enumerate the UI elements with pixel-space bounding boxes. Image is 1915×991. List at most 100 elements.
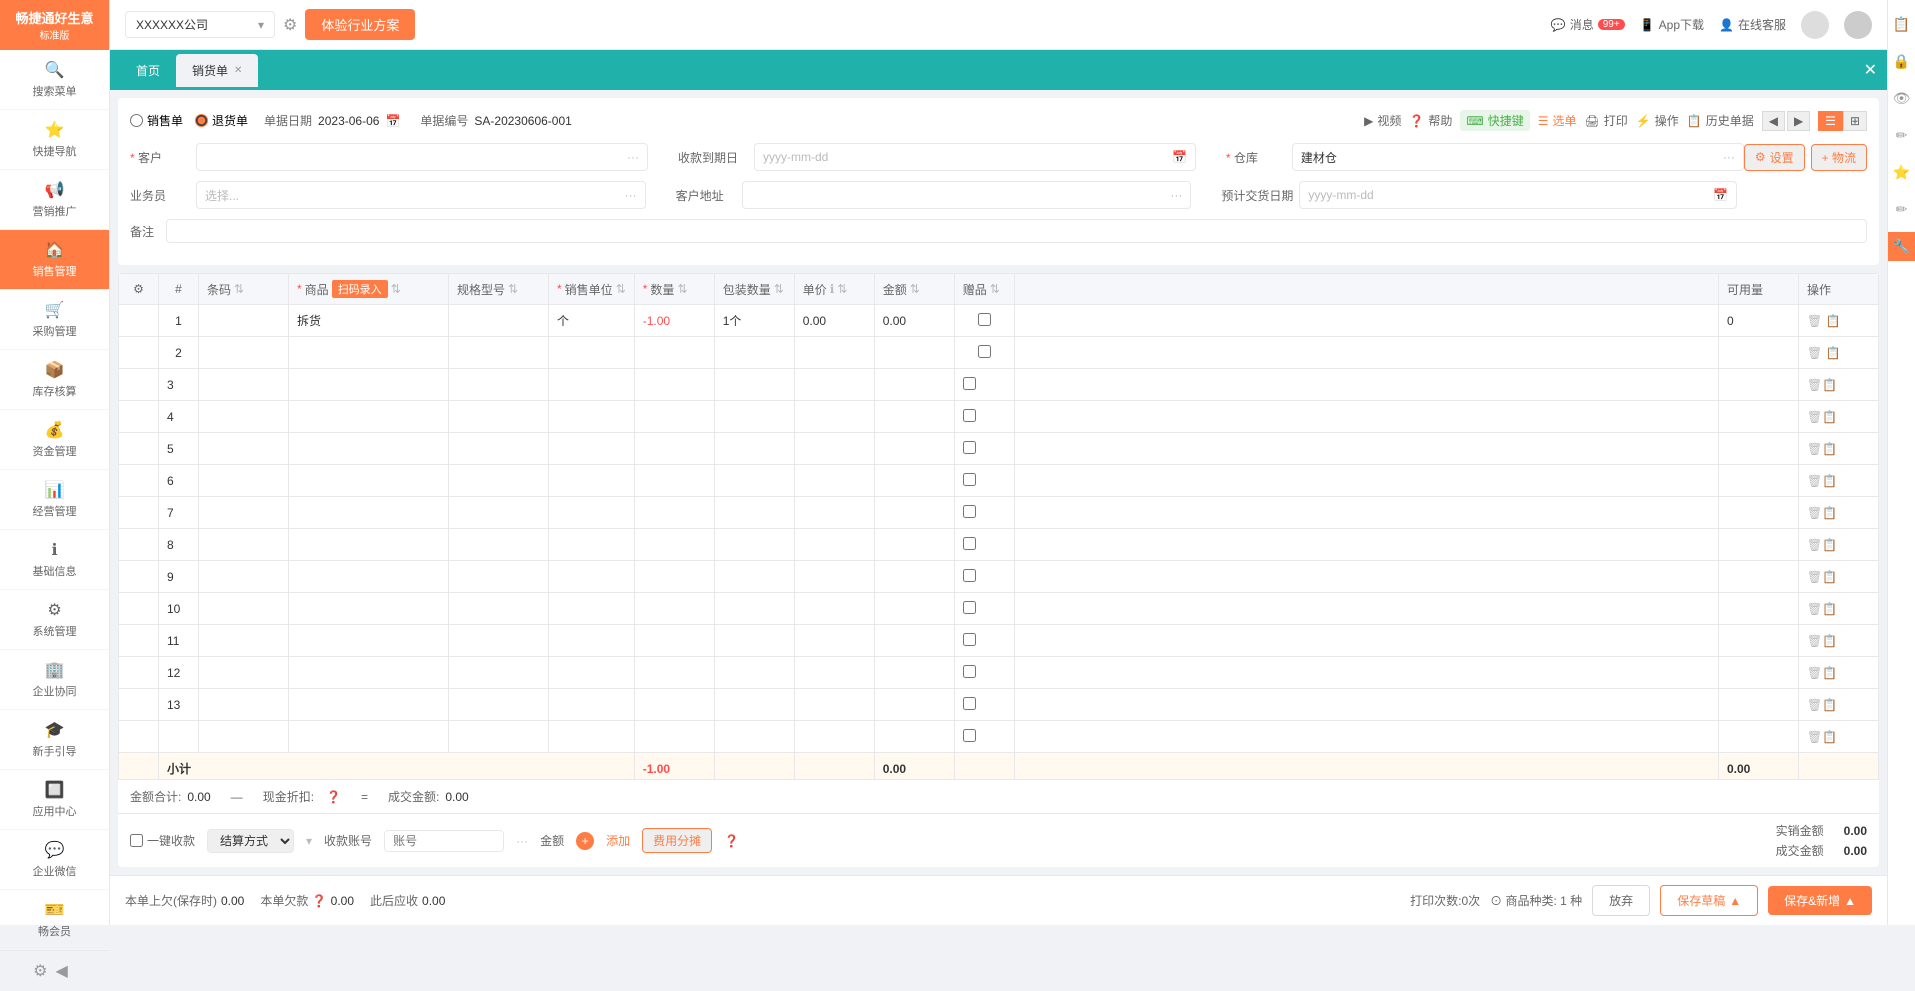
copy-row-icon[interactable]: 📋: [1822, 602, 1837, 616]
company-selector[interactable]: XXXXXX公司 ▾: [125, 11, 275, 38]
gift-checkbox[interactable]: [963, 601, 976, 614]
delete-row-icon[interactable]: 🗑: [1807, 346, 1822, 360]
abandon-button[interactable]: 放弃: [1592, 885, 1650, 916]
tab-sales[interactable]: 销货单 ✕: [176, 54, 258, 87]
gift-checkbox[interactable]: [963, 697, 976, 710]
online-service-button[interactable]: 👤 在线客服: [1719, 16, 1786, 33]
radio-sales-input[interactable]: [130, 114, 143, 127]
copy-row-icon[interactable]: 📋: [1826, 346, 1841, 360]
delete-row-icon[interactable]: 🗑: [1807, 378, 1822, 392]
collapse-icon[interactable]: ◀: [56, 961, 68, 981]
app-download-button[interactable]: 📱 App下载: [1640, 16, 1704, 33]
history-button[interactable]: 📋 历史单据: [1687, 112, 1754, 129]
copy-row-icon[interactable]: 📋: [1822, 474, 1837, 488]
one-click-checkbox[interactable]: [130, 834, 143, 847]
sidebar-item-wechat[interactable]: 💬 企业微信: [0, 830, 109, 890]
sidebar-item-sales[interactable]: 🏠 销售管理: [0, 230, 109, 290]
message-button[interactable]: 💬 消息 99+: [1551, 16, 1625, 33]
help-button[interactable]: ❓ 帮助: [1409, 112, 1452, 129]
delete-row-icon[interactable]: 🗑: [1807, 602, 1822, 616]
radio-sales[interactable]: 销售单: [130, 112, 183, 129]
expense-button[interactable]: 费用分摊: [642, 828, 712, 853]
sort-icon-spec[interactable]: ⇅: [508, 282, 518, 296]
sort-icon-price[interactable]: ⇅: [837, 282, 847, 296]
select-button[interactable]: ☰ 选单: [1538, 112, 1577, 129]
copy-row-icon[interactable]: 📋: [1822, 698, 1837, 712]
settings-panel-button[interactable]: ⚙ 设置: [1744, 144, 1805, 171]
gift-checkbox[interactable]: [963, 441, 976, 454]
delete-row-icon[interactable]: 🗑: [1807, 442, 1822, 456]
delete-row-icon[interactable]: 🗑: [1807, 666, 1822, 680]
tab-close-icon[interactable]: ✕: [234, 65, 242, 76]
method-select[interactable]: 结算方式: [207, 829, 294, 853]
copy-row-icon[interactable]: 📋: [1822, 442, 1837, 456]
operate-button[interactable]: ⚡ 操作: [1636, 112, 1679, 129]
print-button[interactable]: 🖨 打印: [1585, 112, 1628, 129]
sidebar-item-quick-nav[interactable]: ⭐ 快捷导航: [0, 110, 109, 170]
delete-row-icon[interactable]: 🗑: [1807, 314, 1822, 328]
scan-button[interactable]: 扫码录入: [332, 280, 388, 298]
gift-checkbox[interactable]: [963, 537, 976, 550]
sort-icon-unit[interactable]: ⇅: [616, 282, 626, 296]
copy-row-icon[interactable]: 📋: [1822, 730, 1837, 744]
gift-checkbox[interactable]: [963, 665, 976, 678]
prev-arrow[interactable]: ◀: [1762, 111, 1785, 131]
copy-row-icon[interactable]: 📋: [1822, 378, 1837, 392]
sort-icon-gift[interactable]: ⇅: [990, 282, 1000, 296]
delivery-calendar-icon[interactable]: 📅: [1713, 188, 1728, 202]
delete-row-icon[interactable]: 🗑: [1807, 698, 1822, 712]
delete-row-icon[interactable]: 🗑: [1807, 570, 1822, 584]
payment-input[interactable]: yyyy-mm-dd 📅: [754, 143, 1196, 171]
copy-row-icon[interactable]: 📋: [1822, 410, 1837, 424]
settings-bottom-icon[interactable]: ⚙: [33, 961, 47, 981]
copy-row-icon[interactable]: 📋: [1826, 314, 1841, 328]
warehouse-dots[interactable]: ···: [1723, 150, 1735, 164]
th-settings[interactable]: ⚙: [119, 274, 159, 305]
table-wrapper[interactable]: ⚙ # 条码 ⇅ * 商品: [118, 273, 1879, 779]
right-panel-edit-icon[interactable]: ✏: [1888, 121, 1915, 150]
trial-button[interactable]: 体验行业方案: [305, 9, 415, 40]
sidebar-item-finance[interactable]: 💰 资金管理: [0, 410, 109, 470]
account-dots[interactable]: ···: [516, 834, 528, 848]
method-dropdown-icon[interactable]: ▾: [306, 834, 312, 848]
gift-checkbox[interactable]: [963, 473, 976, 486]
sort-icon[interactable]: ⇅: [234, 282, 244, 296]
payment-calendar-icon[interactable]: 📅: [1172, 150, 1187, 164]
address-dots[interactable]: ···: [1170, 188, 1182, 202]
copy-row-icon[interactable]: 📋: [1822, 538, 1837, 552]
gift-checkbox[interactable]: [963, 729, 976, 742]
gift-checkbox[interactable]: [963, 569, 976, 582]
radio-return-input[interactable]: [195, 114, 208, 127]
delivery-input[interactable]: yyyy-mm-dd 📅: [1299, 181, 1737, 209]
grid-view-btn[interactable]: ⊞: [1843, 111, 1867, 131]
salesman-input[interactable]: 选择... ···: [196, 181, 646, 209]
sidebar-item-enterprise[interactable]: 🏢 企业协同: [0, 650, 109, 710]
customer-input[interactable]: ···: [196, 143, 648, 171]
right-panel-pencil-icon[interactable]: ✏: [1888, 195, 1915, 224]
delete-row-icon[interactable]: 🗑: [1807, 634, 1822, 648]
right-panel-orange-icon[interactable]: 🔧: [1888, 232, 1915, 261]
copy-row-icon[interactable]: 📋: [1822, 506, 1837, 520]
right-panel-eye-icon[interactable]: 👁: [1888, 84, 1915, 113]
sidebar-item-system[interactable]: ⚙ 系统管理: [0, 590, 109, 650]
price-info-icon[interactable]: ℹ: [830, 282, 835, 296]
delete-row-icon[interactable]: 🗑: [1807, 538, 1822, 552]
sidebar-item-operations[interactable]: 📊 经营管理: [0, 470, 109, 530]
shortcut-button[interactable]: ⌨ 快捷键: [1460, 110, 1529, 131]
note-input[interactable]: [166, 219, 1867, 243]
right-panel-notes-icon[interactable]: 📋: [1888, 10, 1915, 39]
sidebar-item-guide[interactable]: 🎓 新手引导: [0, 710, 109, 770]
calendar-icon[interactable]: 📅: [385, 114, 400, 128]
gift-checkbox[interactable]: [978, 345, 991, 358]
sidebar-item-inventory[interactable]: 📦 库存核算: [0, 350, 109, 410]
sidebar-item-purchase[interactable]: 🛒 采购管理: [0, 290, 109, 350]
copy-row-icon[interactable]: 📋: [1822, 634, 1837, 648]
sort-icon-product[interactable]: ⇅: [391, 282, 401, 296]
user-avatar[interactable]: [1801, 11, 1829, 39]
sidebar-item-search[interactable]: 🔍 搜索菜单: [0, 50, 109, 110]
sidebar-item-basic[interactable]: ℹ 基础信息: [0, 530, 109, 590]
gift-checkbox[interactable]: [963, 633, 976, 646]
one-click-payment[interactable]: 一键收款: [130, 832, 195, 849]
right-panel-star-icon[interactable]: ⭐: [1888, 158, 1915, 187]
logistics-button[interactable]: + 物流: [1811, 144, 1867, 171]
